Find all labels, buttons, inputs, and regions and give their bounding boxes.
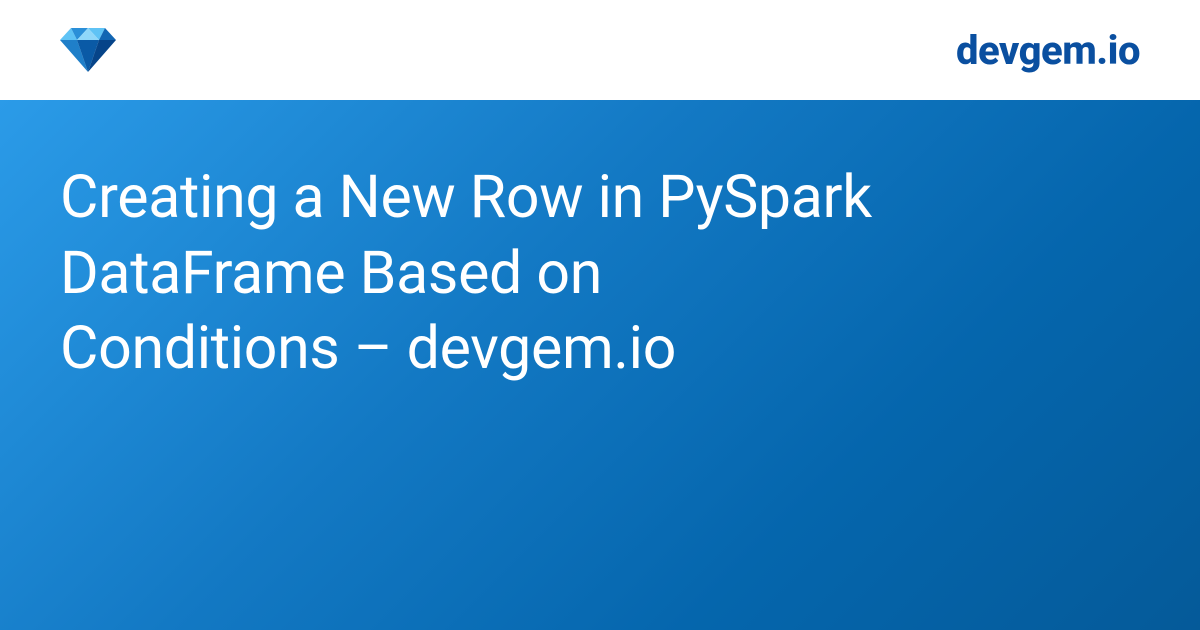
brand-text: devgem.io [956,27,1140,74]
gem-icon [60,28,116,72]
header: devgem.io [0,0,1200,100]
page-title: Creating a New Row in PySpark DataFrame … [60,160,880,387]
hero-section: Creating a New Row in PySpark DataFrame … [0,100,1200,630]
